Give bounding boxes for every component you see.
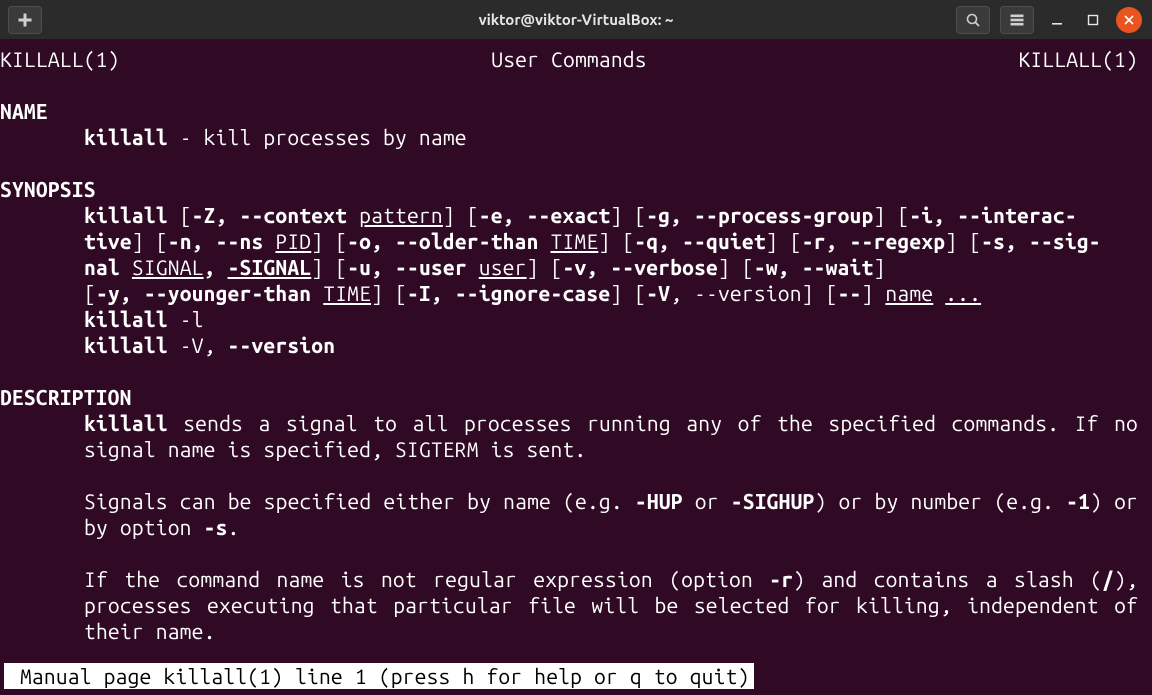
synopsis-line-3: nal SIGNAL, -SIGNAL] [-u, --user user] [… (0, 254, 1152, 280)
opt-u: -u (347, 255, 371, 279)
opt-younger-than: --younger-than (144, 281, 311, 305)
desc-p3b: ) and contains a slash ( (793, 567, 1102, 591)
opt-older-than: --older-than (395, 229, 539, 253)
arg-user: user (479, 255, 527, 279)
opt-regexp: --regexp (850, 229, 946, 253)
desc-cmd: killall (84, 411, 168, 435)
man-header: KILLALL(1) User Commands KILLALL(1) (0, 46, 1152, 72)
opt-n: -n (168, 229, 192, 253)
opt-interactive-cont: tive (84, 229, 132, 253)
titlebar-right (956, 6, 1152, 34)
opt-dashdash: -- (838, 281, 862, 305)
synopsis-line-1: killall [-Z, --context pattern] [-e, --e… (0, 202, 1152, 228)
desc-para-1: killall sends a signal to all processes … (0, 410, 1152, 462)
opt-ignore-case: --ignore-case (455, 281, 610, 305)
opt-exact: --exact (527, 203, 611, 227)
syn-cmd-2: killall (84, 307, 168, 331)
opt-y: -y (96, 281, 120, 305)
hamburger-icon (1009, 12, 1025, 28)
man-header-left: KILLALL(1) (0, 46, 120, 72)
synopsis-line-6: killall -V, --version (0, 332, 1152, 358)
section-description-heading: DESCRIPTION (0, 384, 1152, 410)
man-header-center: User Commands (491, 46, 646, 72)
opt-quiet: --quiet (682, 229, 766, 253)
titlebar-left (0, 6, 42, 34)
opt-z: -Z (192, 203, 216, 227)
opt-v: -v (563, 255, 587, 279)
opt-context: --context (240, 203, 348, 227)
desc-p2b: or (683, 489, 731, 513)
opt-q: -q (634, 229, 658, 253)
desc-dashs: -s (204, 515, 228, 539)
opt-wait: --wait (802, 255, 874, 279)
opt-V: -V (646, 281, 670, 305)
desc-p2a: Signals can be specified either by name … (84, 489, 635, 513)
syn-cmd-3: killall (84, 333, 168, 357)
pager-status-line: Manual page killall(1) line 1 (press h f… (4, 663, 754, 689)
desc-para-2: Signals can be specified either by name … (0, 488, 1152, 540)
desc-hup: -HUP (635, 489, 683, 513)
desc-p2c: ) or by number (e.g. (815, 489, 1067, 513)
desc-para-3: If the command name is not regular expre… (0, 566, 1152, 644)
synopsis-line-4: [-y, --younger-than TIME] [-I, --ignore-… (0, 280, 1152, 306)
syn-V-flag: -V (168, 333, 204, 357)
new-tab-button[interactable] (8, 6, 42, 34)
opt-e: -e (479, 203, 503, 227)
opt-i: -i (909, 203, 933, 227)
arg-signal: SIGNAL (132, 255, 204, 279)
name-cmd: killall (84, 125, 168, 149)
opt-verbose: --verbose (610, 255, 718, 279)
opt-g: -g (646, 203, 670, 227)
window-titlebar: viktor@viktor-VirtualBox: ~ (0, 0, 1152, 40)
opt-signal-cont: nal (84, 255, 120, 279)
desc-p2e: . (228, 515, 240, 539)
desc-dashr: -r (769, 567, 793, 591)
man-header-right: KILLALL(1) (1018, 46, 1138, 72)
search-icon (965, 12, 981, 28)
man-page-content: KILLALL(1) User Commands KILLALL(1) NAME… (0, 40, 1152, 644)
arg-pattern: pattern (359, 203, 443, 227)
opt-s: -s (981, 229, 1005, 253)
arg-name: name (885, 281, 933, 305)
section-name-heading: NAME (0, 98, 1152, 124)
desc-p3a: If the command name is not regular expre… (84, 567, 769, 591)
minimize-button[interactable] (1044, 7, 1070, 33)
plus-icon (17, 12, 33, 28)
close-button[interactable] (1116, 7, 1142, 33)
opt-o: -o (347, 229, 371, 253)
opt-I: -I (407, 281, 431, 305)
close-icon (1123, 14, 1135, 26)
minimize-icon (1051, 14, 1063, 26)
arg-time2: TIME (323, 281, 371, 305)
synopsis-line-5: killall -l (0, 306, 1152, 332)
opt-version: --version (694, 281, 802, 305)
opt-ns: --ns (216, 229, 264, 253)
name-line: killall - kill processes by name (0, 124, 1152, 150)
opt-user: --user (395, 255, 467, 279)
desc-sighup: -SIGHUP (731, 489, 815, 513)
maximize-icon (1087, 14, 1099, 26)
syn-version-flag: --version (228, 333, 336, 357)
arg-dots: ... (945, 281, 981, 305)
opt-interac: --interac- (957, 203, 1077, 227)
opt-signal: -SIGNAL (228, 255, 312, 279)
maximize-button[interactable] (1080, 7, 1106, 33)
opt-r: -r (802, 229, 826, 253)
desc-minus1: -1 (1066, 489, 1090, 513)
name-rest: - kill processes by name (168, 125, 467, 149)
syn-cmd: killall (84, 203, 168, 227)
desc-slash: / (1102, 567, 1114, 591)
arg-time1: TIME (551, 229, 599, 253)
desc-p1-text: sends a signal to all processes running … (84, 411, 1138, 461)
syn-l-flag: -l (168, 307, 204, 331)
search-button[interactable] (956, 6, 990, 34)
opt-w: -w (754, 255, 778, 279)
synopsis-line-2: tive] [-n, --ns PID] [-o, --older-than T… (0, 228, 1152, 254)
section-synopsis-heading: SYNOPSIS (0, 176, 1152, 202)
menu-button[interactable] (1000, 6, 1034, 34)
arg-pid: PID (275, 229, 311, 253)
opt-process-group: --process-group (694, 203, 873, 227)
opt-sig: --sig- (1029, 229, 1101, 253)
terminal-viewport[interactable]: KILLALL(1) User Commands KILLALL(1) NAME… (0, 40, 1152, 695)
